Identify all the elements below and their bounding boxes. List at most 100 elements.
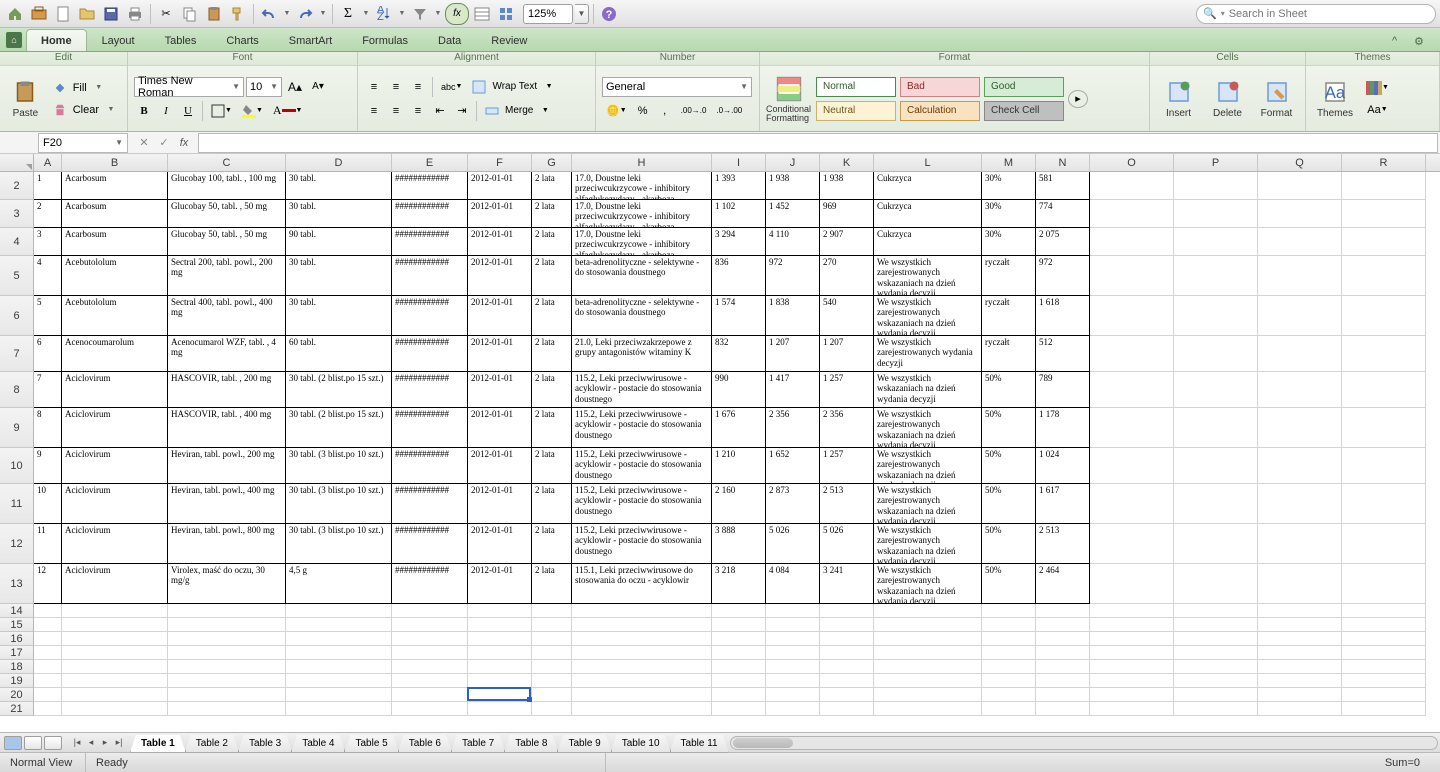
horizontal-scrollbar[interactable] [730,736,1438,750]
column-header-E[interactable]: E [392,154,468,171]
cell[interactable] [468,688,532,702]
cell[interactable]: We wszystkich zarejestrowanych wskazania… [874,408,982,448]
cell[interactable] [712,646,766,660]
row-header[interactable]: 15 [0,618,34,632]
cell[interactable] [1174,646,1258,660]
cell[interactable] [1090,484,1174,524]
column-header-G[interactable]: G [532,154,572,171]
style-neutral[interactable]: Neutral [816,101,896,121]
cell[interactable] [1342,564,1426,604]
cell[interactable]: Aciclovirum [62,408,168,448]
cell[interactable] [62,660,168,674]
cell[interactable] [1174,524,1258,564]
cell[interactable]: 1 207 [820,336,874,372]
cell[interactable] [1258,448,1342,484]
cell[interactable]: 1 393 [712,172,766,200]
cell[interactable]: ryczałt [982,296,1036,336]
cell[interactable] [1036,702,1090,716]
cell[interactable]: ############ [392,372,468,408]
ribbon-tab-a-home[interactable]: Home [26,29,87,51]
sheet-tab[interactable]: Table 3 [238,735,292,753]
cell[interactable]: We wszystkich zarejestrowanych wskazania… [874,296,982,336]
cell[interactable] [34,674,62,688]
cell[interactable]: Aciclovirum [62,484,168,524]
cell[interactable] [1090,702,1174,716]
fill-dropdown-icon[interactable]: ▼ [89,78,109,98]
show-formulas-icon[interactable] [471,3,493,25]
themes-button[interactable]: AaThemes [1312,69,1358,129]
cell[interactable] [392,618,468,632]
cell[interactable] [34,646,62,660]
undo-icon[interactable] [258,3,280,25]
cell[interactable]: Sectral 200, tabl. powl., 200 mg [168,256,286,296]
cell[interactable]: 990 [712,372,766,408]
cell[interactable] [712,688,766,702]
cell[interactable] [712,604,766,618]
cell[interactable]: 2 lata [532,228,572,256]
ribbon-tab-data[interactable]: Data [423,29,476,51]
cell[interactable]: 2 356 [820,408,874,448]
cell[interactable]: 115.2, Leki przeciwwirusowe - acyklowir … [572,484,712,524]
cell[interactable]: 30 tabl. [286,172,392,200]
zoom-level[interactable]: 125% [523,4,573,24]
view-page-layout-icon[interactable] [24,736,42,750]
cell[interactable]: We wszystkich zarejestrowanych wskazania… [874,524,982,564]
row-header[interactable]: 12 [0,524,34,564]
cell[interactable]: 2012-01-01 [468,484,532,524]
row-header[interactable]: 3 [0,200,34,228]
cell[interactable]: 2 513 [1036,524,1090,564]
cell[interactable]: 2012-01-01 [468,448,532,484]
cell[interactable]: 1 024 [1036,448,1090,484]
cell[interactable]: 1 210 [712,448,766,484]
cell[interactable] [1090,674,1174,688]
cell[interactable]: 30 tabl. [286,256,392,296]
cell[interactable] [1342,604,1426,618]
cell[interactable] [532,618,572,632]
bold-button[interactable]: B [134,101,154,121]
row-header[interactable]: 19 [0,674,34,688]
cell[interactable] [874,646,982,660]
cell[interactable] [1342,448,1426,484]
cell[interactable] [1258,524,1342,564]
cell[interactable] [1174,702,1258,716]
cell[interactable] [712,618,766,632]
cell[interactable]: ############ [392,448,468,484]
cell[interactable] [392,604,468,618]
cell[interactable] [34,660,62,674]
cell[interactable] [1090,172,1174,200]
cell[interactable]: 115.1, Leki przeciwwirusowe do stosowani… [572,564,712,604]
cell[interactable]: 2012-01-01 [468,172,532,200]
cell[interactable]: 3 888 [712,524,766,564]
cell[interactable]: 972 [1036,256,1090,296]
cell[interactable] [168,660,286,674]
cell[interactable] [468,674,532,688]
cell[interactable] [392,632,468,646]
cell[interactable]: 1 207 [766,336,820,372]
fx-toggle-icon[interactable]: fx [445,3,469,25]
cell[interactable] [572,702,712,716]
cell[interactable]: 581 [1036,172,1090,200]
cell[interactable]: 4 [34,256,62,296]
cell[interactable]: Glucobay 50, tabl. , 50 mg [168,200,286,228]
cell[interactable] [1174,200,1258,228]
row-header[interactable]: 17 [0,646,34,660]
cell[interactable] [1258,484,1342,524]
underline-button[interactable]: U [178,101,198,121]
cell[interactable]: 1 417 [766,372,820,408]
cell[interactable] [1342,646,1426,660]
cell[interactable] [392,674,468,688]
cell[interactable] [982,660,1036,674]
column-header-A[interactable]: A [34,154,62,171]
row-header[interactable]: 4 [0,228,34,256]
cell[interactable] [532,646,572,660]
cell[interactable]: 50% [982,564,1036,604]
view-normal-icon[interactable] [4,736,22,750]
filter-icon[interactable] [409,3,431,25]
cell[interactable] [1090,372,1174,408]
row-header[interactable]: 2 [0,172,34,200]
column-header-J[interactable]: J [766,154,820,171]
view-page-break-icon[interactable] [44,736,62,750]
cell[interactable] [1036,660,1090,674]
align-right-icon[interactable]: ≡ [408,101,428,121]
decrease-indent-icon[interactable]: ⇤ [430,101,450,121]
